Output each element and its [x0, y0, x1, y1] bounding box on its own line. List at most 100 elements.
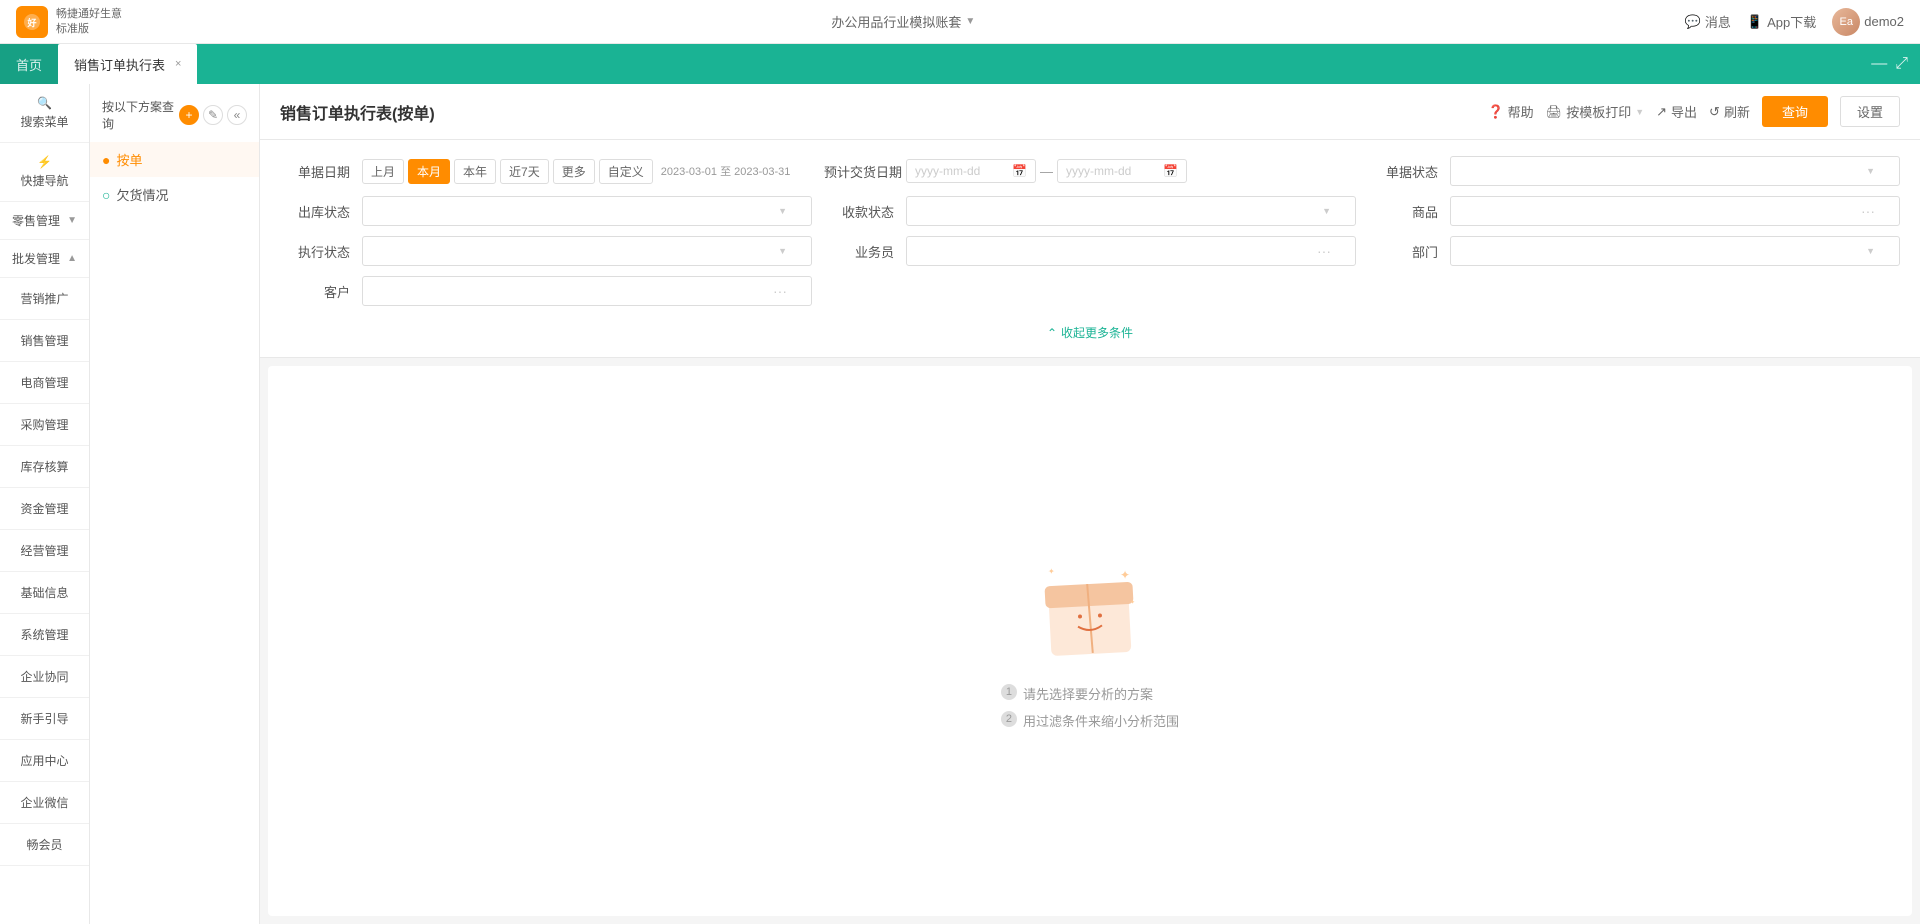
date-btn-last-month[interactable]: 上月 — [362, 159, 404, 184]
page-header: 销售订单执行表(按单) ❓ 帮助 🖨 按模板打印 ▼ ↗ 导出 — [260, 84, 1920, 140]
wholesale-expand-icon: ▲ — [67, 253, 77, 264]
empty-illustration: ✦ ✦ ✦ — [1030, 544, 1150, 664]
filter-row-3: 执行状态 ▼ 业务员 ··· 部门 ▼ — [280, 236, 1900, 266]
search-btn[interactable]: 查询 — [1762, 96, 1828, 127]
sidebar-item-wechat[interactable]: 企业微信 — [0, 782, 89, 824]
tab-bar-actions: — ⤢ — [1871, 55, 1920, 73]
left-panel: 按以下方案查询 + ✎ « ● 按单 ○ — [90, 84, 260, 924]
tab-minimize-btn[interactable]: — — [1871, 55, 1887, 73]
date-filter-group: 上月 本月 本年 近7天 更多 自定义 2023-03-01 至 2023-03… — [362, 159, 812, 184]
expected-date-end[interactable]: yyyy-mm-dd 📅 — [1057, 159, 1187, 183]
sidebar-item-wholesale[interactable]: 批发管理 ▲ — [0, 240, 89, 278]
collect-status-chevron-icon: ▼ — [1322, 206, 1331, 216]
logo-text: 畅捷通好生意 标准版 — [56, 7, 122, 36]
customer-select[interactable]: ··· — [362, 276, 812, 306]
message-btn[interactable]: 💬 消息 — [1685, 12, 1731, 31]
dept-label: 部门 — [1368, 242, 1438, 261]
top-right-area: 💬 消息 📱 App下载 Ea demo2 — [1685, 8, 1904, 36]
sidebar-item-retail[interactable]: 零售管理 ▼ — [0, 202, 89, 240]
sidebar: 🔍 搜索菜单 ⚡ 快捷导航 零售管理 ▼ 批发管理 ▲ 营销推广 销售管理 电商… — [0, 84, 90, 924]
nav-arrow-icon: ▼ — [965, 16, 975, 27]
logo-area: 好 畅捷通好生意 标准版 — [16, 6, 122, 38]
goods-more-icon: ··· — [1861, 203, 1875, 219]
tab-maximize-btn[interactable]: ⤢ — [1895, 55, 1908, 73]
retail-expand-icon: ▼ — [67, 215, 77, 226]
tab-sales-order[interactable]: 销售订单执行表 × — [58, 44, 197, 84]
date-btn-this-month[interactable]: 本月 — [408, 159, 450, 184]
user-avatar-btn[interactable]: Ea demo2 — [1832, 8, 1904, 36]
out-status-select[interactable]: ▼ — [362, 196, 812, 226]
dept-chevron-icon: ▼ — [1866, 246, 1875, 256]
exec-status-select[interactable]: ▼ — [362, 236, 812, 266]
date-btn-7days[interactable]: 近7天 — [500, 159, 549, 184]
top-header: 好 畅捷通好生意 标准版 办公用品行业模拟账套 ▼ 💬 消息 📱 App下载 E… — [0, 0, 1920, 44]
sidebar-quick-nav[interactable]: ⚡ 快捷导航 — [0, 143, 89, 202]
sidebar-item-marketing[interactable]: 营销推广 — [0, 278, 89, 320]
sidebar-item-app-center[interactable]: 应用中心 — [0, 740, 89, 782]
filter-area: 单据日期 上月 本月 本年 近7天 更多 自定义 2023-03-01 至 20… — [260, 140, 1920, 358]
date-range-text: 2023-03-01 至 2023-03-31 — [661, 163, 791, 179]
date-btn-more[interactable]: 更多 — [553, 159, 595, 184]
sidebar-item-inventory[interactable]: 库存核算 — [0, 446, 89, 488]
date-btn-this-year[interactable]: 本年 — [454, 159, 496, 184]
hint-num-2: 2 — [1001, 711, 1017, 727]
app-download-btn[interactable]: 📱 App下载 — [1747, 12, 1816, 31]
sidebar-item-newbie[interactable]: 新手引导 — [0, 698, 89, 740]
left-panel-actions: + ✎ « — [179, 105, 247, 125]
scheme-item-shortage[interactable]: ○ 欠货情况 — [90, 177, 259, 212]
filter-row-2: 出库状态 ▼ 收款状态 ▼ 商品 ··· — [280, 196, 1900, 226]
sidebar-search[interactable]: 🔍 搜索菜单 — [0, 84, 89, 143]
sidebar-item-ecommerce[interactable]: 电商管理 — [0, 362, 89, 404]
page-title: 销售订单执行表(按单) — [280, 100, 435, 136]
date-label: 单据日期 — [280, 162, 350, 181]
scheme-item-by-order[interactable]: ● 按单 — [90, 142, 259, 177]
add-scheme-btn[interactable]: + — [179, 105, 199, 125]
doc-status-select[interactable]: ▼ — [1450, 156, 1900, 186]
edit-scheme-btn[interactable]: ✎ — [203, 105, 223, 125]
calendar-start-icon: 📅 — [1012, 164, 1027, 178]
collapse-panel-btn[interactable]: « — [227, 105, 247, 125]
sidebar-item-base-info[interactable]: 基础信息 — [0, 572, 89, 614]
exec-status-label: 执行状态 — [280, 242, 350, 261]
sidebar-item-system[interactable]: 系统管理 — [0, 614, 89, 656]
sidebar-item-sales[interactable]: 销售管理 — [0, 320, 89, 362]
left-panel-header: 按以下方案查询 + ✎ « — [90, 92, 259, 142]
refresh-btn[interactable]: ↺ 刷新 — [1709, 102, 1750, 121]
empty-hint-2: 2 用过滤条件来缩小分析范围 — [1001, 711, 1179, 730]
empty-state: ✦ ✦ ✦ 1 请先选择要分析的方案 2 — [268, 366, 1912, 916]
customer-label: 客户 — [280, 282, 350, 301]
expected-date-group: yyyy-mm-dd 📅 — yyyy-mm-dd 📅 — [906, 159, 1356, 183]
exec-status-chevron-icon: ▼ — [778, 246, 787, 256]
sidebar-item-enterprise[interactable]: 企业协同 — [0, 656, 89, 698]
customer-more-icon: ··· — [773, 283, 787, 299]
sidebar-item-finance[interactable]: 资金管理 — [0, 488, 89, 530]
setting-btn[interactable]: 设置 — [1840, 96, 1900, 127]
search-icon: 🔍 — [37, 96, 52, 110]
print-dropdown-icon: ▼ — [1635, 107, 1644, 117]
collect-status-select[interactable]: ▼ — [906, 196, 1356, 226]
empty-hints: 1 请先选择要分析的方案 2 用过滤条件来缩小分析范围 — [1001, 684, 1179, 738]
sidebar-item-purchase[interactable]: 采购管理 — [0, 404, 89, 446]
nav-title[interactable]: 办公用品行业模拟账套 ▼ — [831, 12, 975, 31]
export-btn[interactable]: ↗ 导出 — [1656, 102, 1697, 121]
salesman-select[interactable]: ··· — [906, 236, 1356, 266]
app-logo-icon: 好 — [16, 6, 48, 38]
sidebar-item-member[interactable]: 畅会员 — [0, 824, 89, 866]
date-btn-custom[interactable]: 自定义 — [599, 159, 653, 184]
sidebar-item-operations[interactable]: 经营管理 — [0, 530, 89, 572]
tab-home[interactable]: 首页 — [0, 44, 58, 84]
page-actions: ❓ 帮助 🖨 按模板打印 ▼ ↗ 导出 ↺ 刷新 — [1487, 96, 1900, 139]
goods-select[interactable]: ··· — [1450, 196, 1900, 226]
dept-select[interactable]: ▼ — [1450, 236, 1900, 266]
scheme-inactive-icon: ○ — [102, 187, 110, 203]
tab-close-icon[interactable]: × — [175, 58, 181, 70]
print-btn[interactable]: 🖨 按模板打印 ▼ — [1546, 102, 1644, 121]
refresh-icon: ↺ — [1709, 104, 1720, 120]
main-content: 销售订单执行表(按单) ❓ 帮助 🖨 按模板打印 ▼ ↗ 导出 — [260, 84, 1920, 924]
app-download-icon: 📱 — [1747, 14, 1763, 30]
expected-date-start[interactable]: yyyy-mm-dd 📅 — [906, 159, 1036, 183]
collapse-filter-btn[interactable]: ⌃ 收起更多条件 — [280, 316, 1900, 341]
collapse-up-icon: ⌃ — [1047, 326, 1057, 340]
doc-status-label: 单据状态 — [1368, 162, 1438, 181]
help-btn[interactable]: ❓ 帮助 — [1487, 102, 1533, 121]
